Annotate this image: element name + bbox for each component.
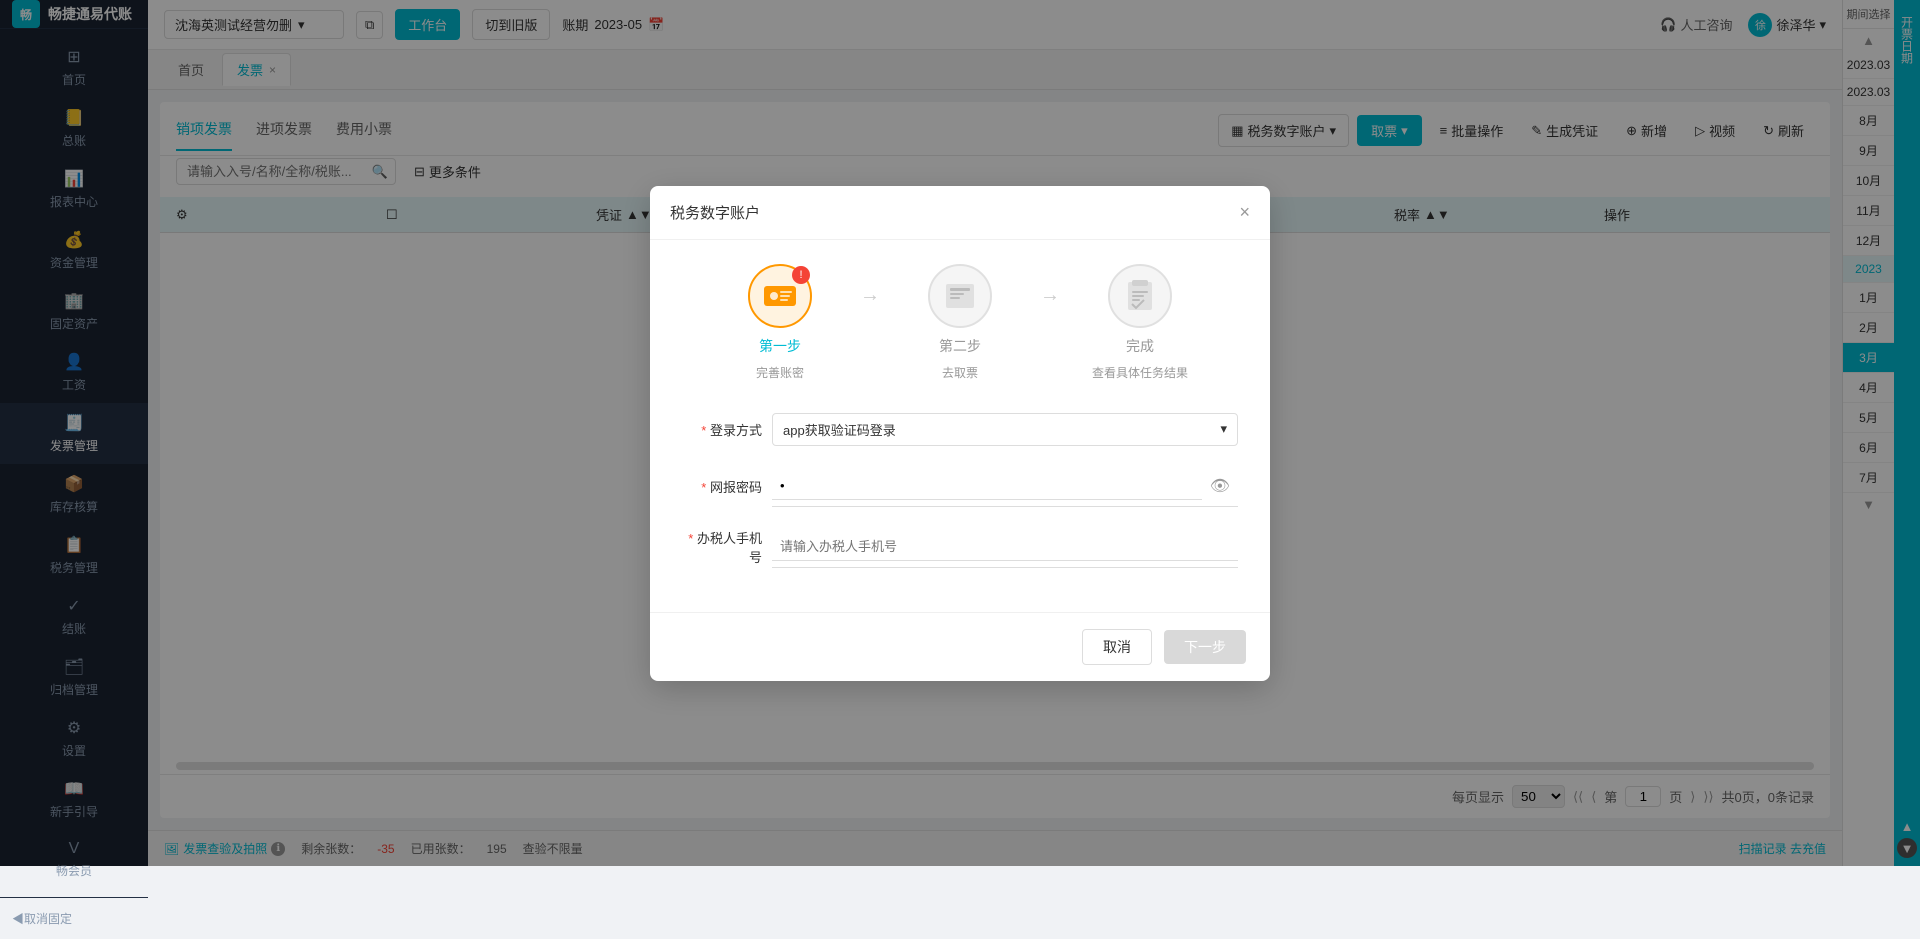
step-2-icon-wrap [928,264,992,328]
dialog-overlay: 税务数字账户 × ! [0,0,1920,866]
clipboard-icon [1122,278,1158,314]
phone-input[interactable] [772,533,1238,561]
sidebar-bottom: ◀取消固定 [0,897,148,939]
step-1-desc: 完善账密 [756,364,804,381]
password-input[interactable] [772,472,1202,500]
step-3-icon-wrap [1108,264,1172,328]
cancel-button[interactable]: 取消 [1082,629,1152,665]
step-1-label: 第一步 [759,336,801,356]
step-2: 第二步 去取票 [900,264,1020,381]
ticket-icon [942,278,978,314]
form-row-login-method: * 登录方式 app获取验证码登录 ▾ [682,413,1238,446]
dialog-footer: 取消 下一步 [650,612,1270,681]
form-row-phone: * 办税人手机号 [682,527,1238,568]
login-method-select[interactable]: app获取验证码登录 ▾ [772,413,1238,446]
dialog-close-btn[interactable]: × [1239,202,1250,223]
step-1: ! 第一步 完善账密 [720,264,840,381]
form-control-phone [772,527,1238,568]
form-control-password: 👁 [772,466,1238,507]
id-card-icon [762,278,798,314]
chevron-down-icon-login: ▾ [1220,421,1227,437]
cancel-fixed-label: ◀取消固定 [12,910,72,927]
form-label-phone: * 办税人手机号 [682,528,772,566]
eye-icon[interactable]: 👁 [1202,476,1238,496]
step-1-badge: ! [792,266,810,284]
step-arrow-1: → [840,284,900,307]
form-row-password: * 网报密码 👁 [682,466,1238,507]
cancel-fixed-btn[interactable]: ◀取消固定 [12,910,136,927]
step-3-label: 完成 [1126,336,1154,356]
dialog-title: 税务数字账户 [670,202,760,223]
dialog: 税务数字账户 × ! [650,186,1270,681]
next-button[interactable]: 下一步 [1164,630,1246,664]
step-arrow-2: → [1020,284,1080,307]
step-3: 完成 查看具体任务结果 [1080,264,1200,381]
form-label-login-method: * 登录方式 [682,420,772,439]
step-3-desc: 查看具体任务结果 [1092,364,1188,381]
step-2-label: 第二步 [939,336,981,356]
dialog-header: 税务数字账户 × [650,186,1270,240]
step-2-desc: 去取票 [942,364,978,381]
dialog-body: ! 第一步 完善账密 → [650,240,1270,612]
form-label-password: * 网报密码 [682,477,772,496]
step-1-icon-wrap: ! [748,264,812,328]
steps-row: ! 第一步 完善账密 → [682,264,1238,381]
